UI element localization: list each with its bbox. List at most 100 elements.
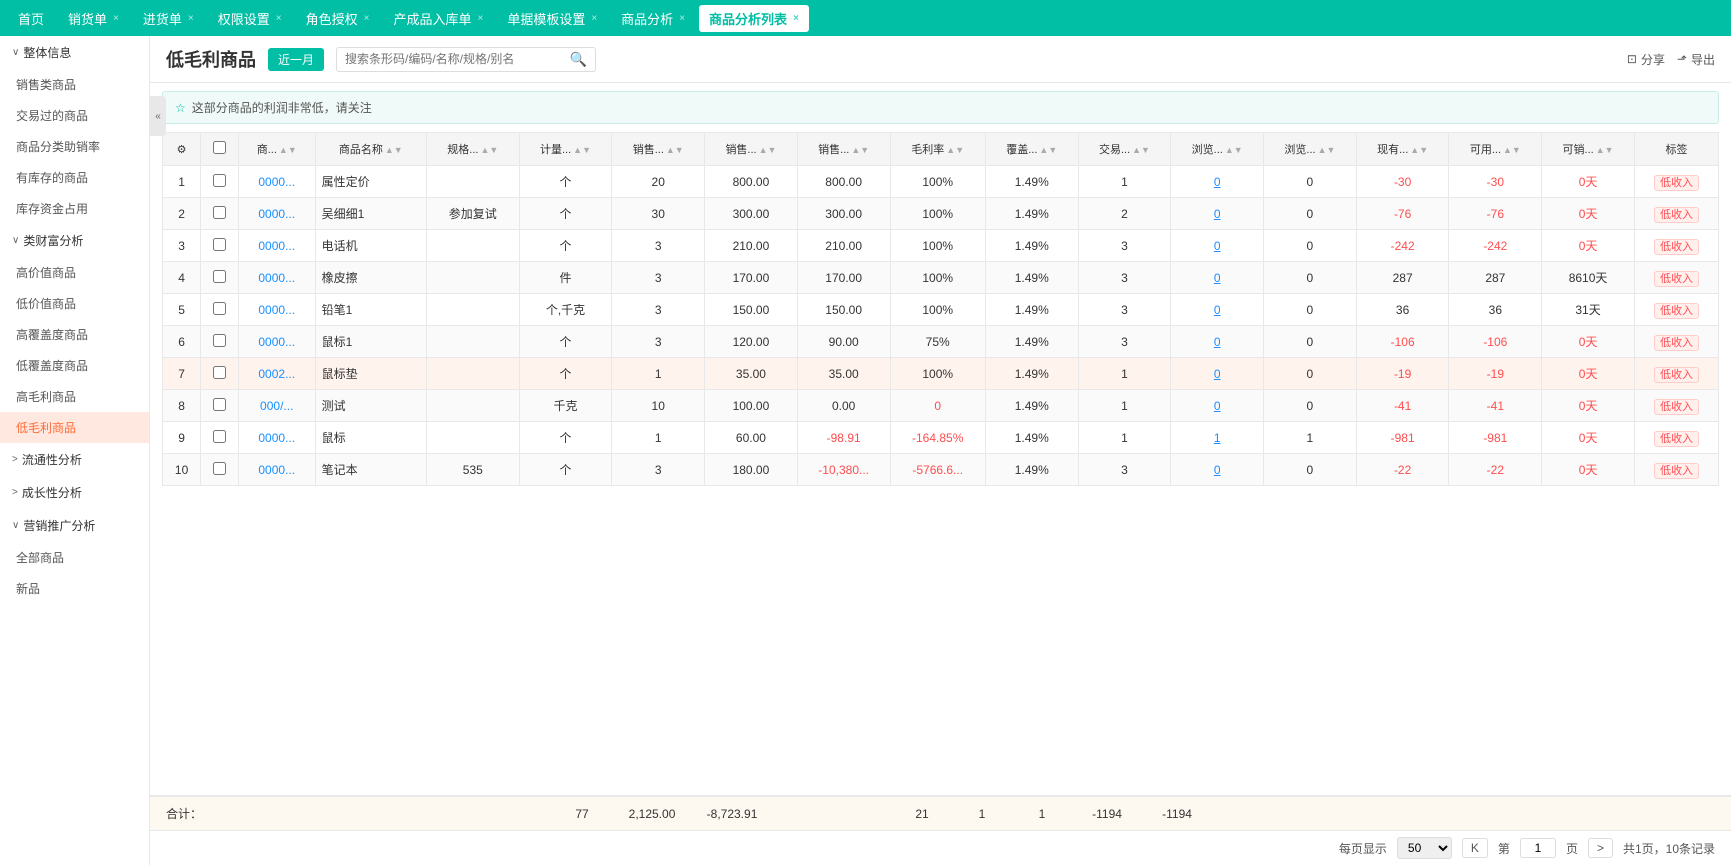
sidebar-item-traded-products[interactable]: 交易过的商品 xyxy=(0,100,149,131)
nav-template-settings[interactable]: 单据模板设置 × xyxy=(497,5,607,32)
search-input[interactable] xyxy=(345,52,564,66)
cell-browse1[interactable]: 0 xyxy=(1171,454,1264,486)
nav-close-sales-order[interactable]: × xyxy=(113,13,119,24)
cell-code: 0000... xyxy=(238,198,315,230)
time-filter-button[interactable]: 近一月 xyxy=(268,48,324,71)
row-checkbox-10[interactable] xyxy=(213,462,226,475)
cell-browse1[interactable]: 0 xyxy=(1171,230,1264,262)
sidebar-item-high-value[interactable]: 高价值商品 xyxy=(0,257,149,288)
page-number-input[interactable] xyxy=(1520,838,1556,858)
nav-close-template-settings[interactable]: × xyxy=(591,13,597,24)
row-checkbox-4[interactable] xyxy=(213,270,226,283)
cell-spec xyxy=(426,166,519,198)
sidebar-item-in-stock-products[interactable]: 有库存的商品 xyxy=(0,162,149,193)
cell-browse1[interactable]: 0 xyxy=(1171,390,1264,422)
cell-browse1[interactable]: 0 xyxy=(1171,326,1264,358)
cell-checkbox[interactable] xyxy=(201,198,239,230)
nav-close-role-auth[interactable]: × xyxy=(364,13,370,24)
nav-product-analysis-list[interactable]: 商品分析列表 × xyxy=(699,5,809,32)
cell-transaction: 3 xyxy=(1078,454,1171,486)
cell-checkbox[interactable] xyxy=(201,358,239,390)
cell-browse1[interactable]: 0 xyxy=(1171,294,1264,326)
cell-code: 0000... xyxy=(238,326,315,358)
search-icon[interactable]: 🔍 xyxy=(570,51,587,68)
cell-checkbox[interactable] xyxy=(201,294,239,326)
nav-permission-settings[interactable]: 权限设置 × xyxy=(208,5,292,32)
nav-role-auth[interactable]: 角色授权 × xyxy=(296,5,380,32)
row-checkbox-1[interactable] xyxy=(213,174,226,187)
nav-close-permission-settings[interactable]: × xyxy=(276,13,282,24)
nav-close-product-instock[interactable]: × xyxy=(477,13,483,24)
nav-close-product-analysis[interactable]: × xyxy=(679,13,685,24)
cell-checkbox[interactable] xyxy=(201,166,239,198)
cell-browse1[interactable]: 0 xyxy=(1171,166,1264,198)
cell-checkbox[interactable] xyxy=(201,390,239,422)
cell-available: -76 xyxy=(1449,198,1542,230)
row-checkbox-2[interactable] xyxy=(213,206,226,219)
sidebar-item-new-products[interactable]: 新品 xyxy=(0,573,149,604)
table-row: 4 0000... 橡皮擦 件 3 170.00 170.00 100% 1.4… xyxy=(163,262,1719,294)
select-all-checkbox[interactable] xyxy=(213,141,226,154)
next-page-button[interactable]: > xyxy=(1588,838,1613,858)
cell-available: -242 xyxy=(1449,230,1542,262)
col-checkbox[interactable] xyxy=(201,133,239,166)
cell-checkbox[interactable] xyxy=(201,422,239,454)
cell-sales-count: 20 xyxy=(612,166,705,198)
cell-browse1[interactable]: 0 xyxy=(1171,262,1264,294)
sidebar-item-low-margin[interactable]: 低毛利商品 xyxy=(0,412,149,443)
sidebar-group-liquidity[interactable]: > 流通性分析 xyxy=(0,443,149,476)
cell-checkbox[interactable] xyxy=(201,454,239,486)
sidebar-group-marketing[interactable]: ∨ 营销推广分析 xyxy=(0,509,149,542)
cell-browse1[interactable]: 1 xyxy=(1171,422,1264,454)
sidebar-item-sales-products[interactable]: 销售类商品 xyxy=(0,69,149,100)
cell-gross-margin: 100% xyxy=(890,198,985,230)
cell-code: 0000... xyxy=(238,230,315,262)
row-checkbox-3[interactable] xyxy=(213,238,226,251)
col-name: 商品名称▲▼ xyxy=(315,133,426,166)
export-button[interactable]: ⬏ 导出 xyxy=(1677,51,1715,68)
col-settings[interactable]: ⚙ xyxy=(163,133,201,166)
nav-product-instock[interactable]: 产成品入库单 × xyxy=(383,5,493,32)
sidebar-collapse-button[interactable]: « xyxy=(150,96,166,136)
nav-close-product-analysis-list[interactable]: × xyxy=(793,13,799,24)
sidebar-item-category-sales-rate[interactable]: 商品分类助销率 xyxy=(0,131,149,162)
first-page-button[interactable]: K xyxy=(1462,838,1488,858)
cell-checkbox[interactable] xyxy=(201,326,239,358)
row-checkbox-5[interactable] xyxy=(213,302,226,315)
cell-sales-amount: 150.00 xyxy=(797,294,890,326)
sidebar-group-growth[interactable]: > 成长性分析 xyxy=(0,476,149,509)
share-button[interactable]: ⊡ 分享 xyxy=(1627,51,1665,68)
nav-home[interactable]: 首页 xyxy=(8,5,54,32)
sidebar-item-low-coverage[interactable]: 低覆盖度商品 xyxy=(0,350,149,381)
page-size-select[interactable]: 50 20 100 xyxy=(1397,837,1452,859)
sidebar-item-high-margin[interactable]: 高毛利商品 xyxy=(0,381,149,412)
table-row: 2 0000... 吴细细1 参加复试 个 30 300.00 300.00 1… xyxy=(163,198,1719,230)
cell-browse1[interactable]: 0 xyxy=(1171,358,1264,390)
row-checkbox-8[interactable] xyxy=(213,398,226,411)
cell-checkbox[interactable] xyxy=(201,262,239,294)
cell-transaction: 3 xyxy=(1078,262,1171,294)
table-header-row: ⚙ 商...▲▼ 商品名称▲▼ 规格...▲▼ 计量...▲▼ 销售...▲▼ … xyxy=(163,133,1719,166)
sidebar-group-overall[interactable]: ∨ 整体信息 xyxy=(0,36,149,69)
sidebar-item-low-value[interactable]: 低价值商品 xyxy=(0,288,149,319)
sidebar-item-high-coverage[interactable]: 高覆盖度商品 xyxy=(0,319,149,350)
row-checkbox-6[interactable] xyxy=(213,334,226,347)
nav-sales-order[interactable]: 销货单 × xyxy=(58,5,129,32)
sidebar-group-overall-arrow: ∨ xyxy=(12,47,19,58)
cell-sales-count: 3 xyxy=(612,294,705,326)
nav-product-analysis[interactable]: 商品分析 × xyxy=(611,5,695,32)
cell-browse1[interactable]: 0 xyxy=(1171,198,1264,230)
sidebar-item-stock-capital[interactable]: 库存资金占用 xyxy=(0,193,149,224)
cell-transaction: 3 xyxy=(1078,294,1171,326)
sidebar-item-all-products[interactable]: 全部商品 xyxy=(0,542,149,573)
nav-purchase-order[interactable]: 进货单 × xyxy=(133,5,204,32)
cell-checkbox[interactable] xyxy=(201,230,239,262)
sidebar-group-wealth-analysis[interactable]: ∨ 类财富分析 xyxy=(0,224,149,257)
table-row: 1 0000... 属性定价 个 20 800.00 800.00 100% 1… xyxy=(163,166,1719,198)
nav-close-purchase-order[interactable]: × xyxy=(188,13,194,24)
page-size-label: 每页显示 xyxy=(1339,840,1387,857)
cell-sales-price: 170.00 xyxy=(705,262,798,294)
cell-sales-count: 1 xyxy=(612,422,705,454)
row-checkbox-7[interactable] xyxy=(213,366,226,379)
row-checkbox-9[interactable] xyxy=(213,430,226,443)
